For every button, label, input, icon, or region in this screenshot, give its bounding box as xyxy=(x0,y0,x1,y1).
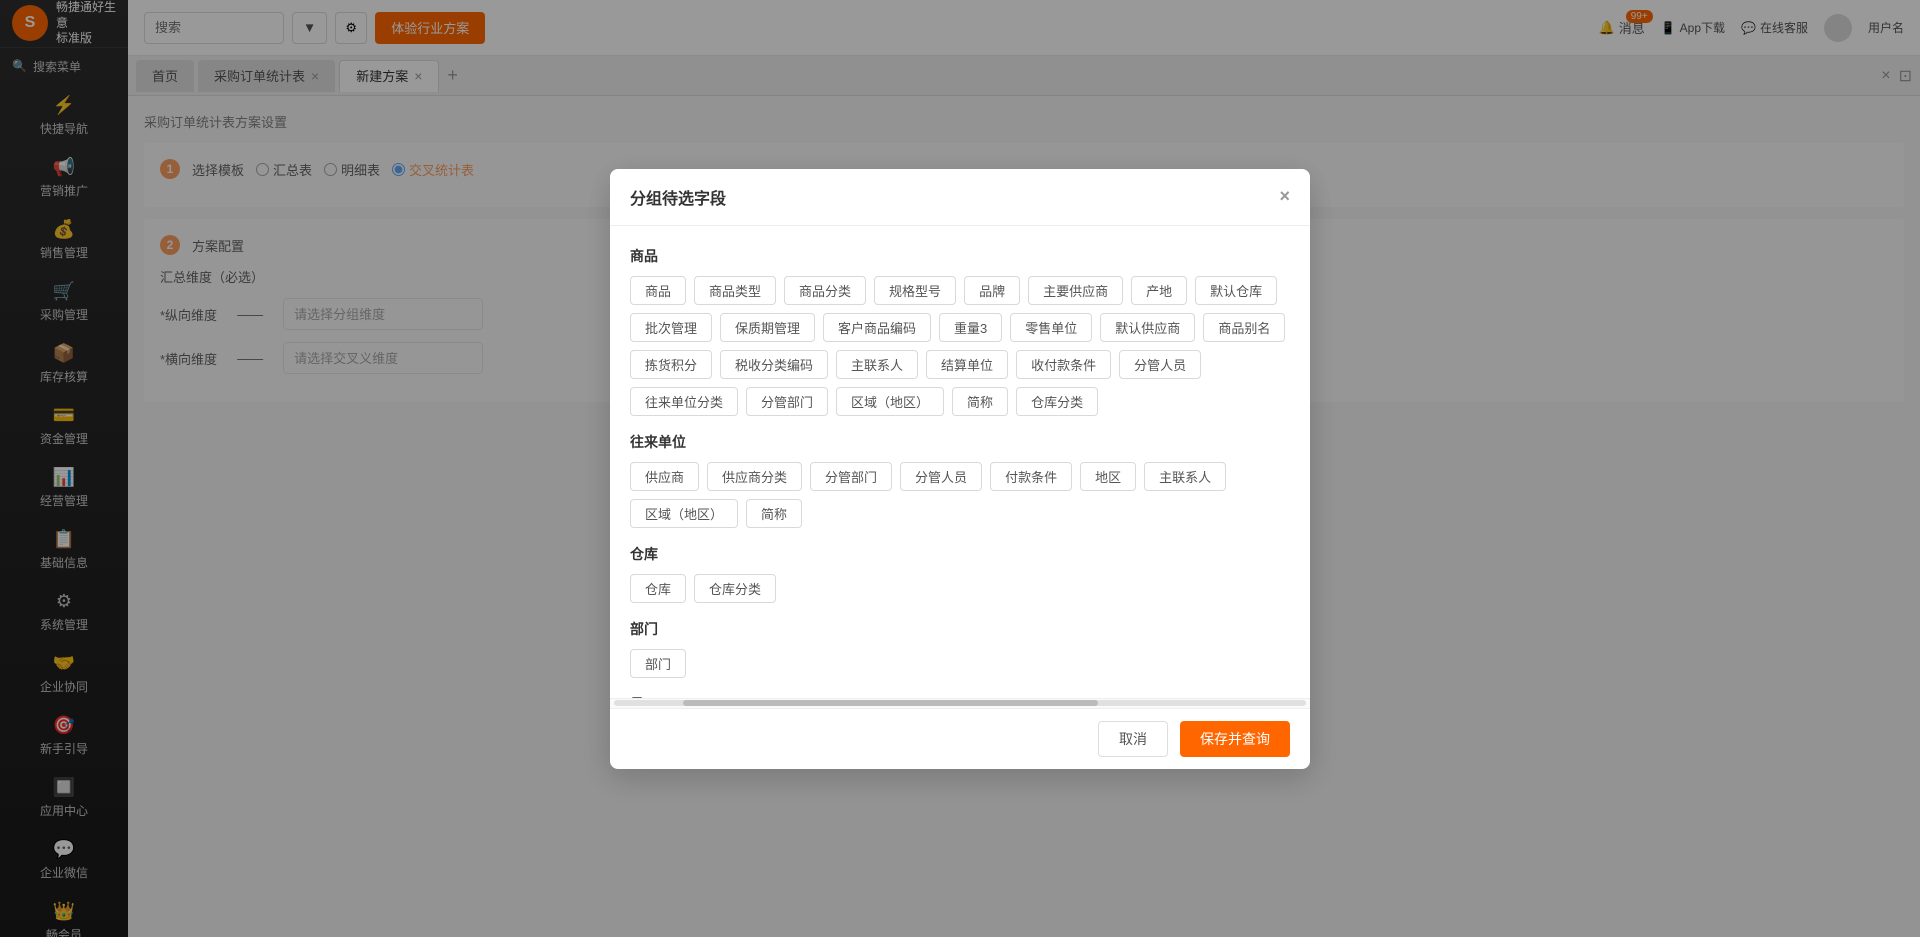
field-tag-主联系人[interactable]: 主联系人 xyxy=(1144,462,1226,491)
field-tag-商品分类[interactable]: 商品分类 xyxy=(784,276,866,305)
field-tag-产地[interactable]: 产地 xyxy=(1131,276,1187,305)
field-tag-商品[interactable]: 商品 xyxy=(630,276,686,305)
field-tag-区域（地区）[interactable]: 区域（地区） xyxy=(630,499,738,528)
field-tag-规格型号[interactable]: 规格型号 xyxy=(874,276,956,305)
field-tag-收付款条件[interactable]: 收付款条件 xyxy=(1016,350,1111,379)
field-tag-结算单位[interactable]: 结算单位 xyxy=(926,350,1008,379)
field-tag-分管部门[interactable]: 分管部门 xyxy=(810,462,892,491)
field-tag-拣货积分[interactable]: 拣货积分 xyxy=(630,350,712,379)
field-tag-仓库分类[interactable]: 仓库分类 xyxy=(1016,387,1098,416)
field-tag-付款条件[interactable]: 付款条件 xyxy=(990,462,1072,491)
field-tag-地区[interactable]: 地区 xyxy=(1080,462,1136,491)
field-grid-goods: 商品商品类型商品分类规格型号品牌主要供应商产地默认仓库批次管理保质期管理客户商品… xyxy=(630,276,1290,416)
field-tag-商品别名[interactable]: 商品别名 xyxy=(1203,313,1285,342)
dialog-hscrollbar[interactable] xyxy=(610,698,1310,707)
field-tag-部门[interactable]: 部门 xyxy=(630,649,686,678)
field-tag-仓库[interactable]: 仓库 xyxy=(630,574,686,603)
field-tag-税收分类编码[interactable]: 税收分类编码 xyxy=(720,350,828,379)
field-tag-分管人员[interactable]: 分管人员 xyxy=(1119,350,1201,379)
field-tag-仓库分类[interactable]: 仓库分类 xyxy=(694,574,776,603)
field-tag-客户商品编码[interactable]: 客户商品编码 xyxy=(823,313,931,342)
field-tag-区域（地区）[interactable]: 区域（地区） xyxy=(836,387,944,416)
dialog-header: 分组待选字段 × xyxy=(610,169,1310,226)
field-tag-批次管理[interactable]: 批次管理 xyxy=(630,313,712,342)
dialog-cancel-button[interactable]: 取消 xyxy=(1098,721,1168,757)
field-tag-零售单位[interactable]: 零售单位 xyxy=(1010,313,1092,342)
field-grid-department: 部门 xyxy=(630,649,1290,678)
dialog-footer: 取消 保存并查询 xyxy=(610,708,1310,769)
dialog-close-button[interactable]: × xyxy=(1279,186,1290,207)
field-tag-分管部门[interactable]: 分管部门 xyxy=(746,387,828,416)
dialog-title: 分组待选字段 xyxy=(630,185,726,209)
section-title-department: 部门 xyxy=(630,619,1290,639)
field-grid-partner: 供应商供应商分类分管部门分管人员付款条件地区主联系人区域（地区） 简称 xyxy=(630,462,1290,528)
field-tag-商品类型[interactable]: 商品类型 xyxy=(694,276,776,305)
field-tag-品牌[interactable]: 品牌 xyxy=(964,276,1020,305)
field-tag-保质期管理[interactable]: 保质期管理 xyxy=(720,313,815,342)
dialog-save-button[interactable]: 保存并查询 xyxy=(1180,721,1290,757)
section-title-partner: 往来单位 xyxy=(630,432,1290,452)
main-area: ▼ ⚙ 体验行业方案 🔔 消息 99+ 📱 App下载 💬 在线客服 用户名 xyxy=(128,0,1920,937)
section-title-warehouse: 仓库 xyxy=(630,544,1290,564)
field-select-dialog: 分组待选字段 × 商品商品商品类型商品分类规格型号品牌主要供应商产地默认仓库批次… xyxy=(610,169,1310,769)
field-tag-简称[interactable]: 简称 xyxy=(746,499,802,528)
section-title-goods: 商品 xyxy=(630,246,1290,266)
dialog-backdrop: 分组待选字段 × 商品商品商品类型商品分类规格型号品牌主要供应商产地默认仓库批次… xyxy=(128,96,1920,937)
field-tag-主要供应商[interactable]: 主要供应商 xyxy=(1028,276,1123,305)
field-grid-warehouse: 仓库仓库分类 xyxy=(630,574,1290,603)
field-tag-供应商[interactable]: 供应商 xyxy=(630,462,699,491)
field-tag-分管人员[interactable]: 分管人员 xyxy=(900,462,982,491)
field-tag-默认仓库[interactable]: 默认仓库 xyxy=(1195,276,1277,305)
field-tag-供应商分类[interactable]: 供应商分类 xyxy=(707,462,802,491)
page-content: 采购订单统计表方案设置 1 选择模板 汇总表 明细表 交叉统计表 xyxy=(128,96,1920,937)
field-tag-简称[interactable]: 简称 xyxy=(952,387,1008,416)
field-tag-重量3[interactable]: 重量3 xyxy=(939,313,1002,342)
field-tag-往来单位分类[interactable]: 往来单位分类 xyxy=(630,387,738,416)
field-tag-主联系人[interactable]: 主联系人 xyxy=(836,350,918,379)
dialog-body: 商品商品商品类型商品分类规格型号品牌主要供应商产地默认仓库批次管理保质期管理客户… xyxy=(610,226,1310,699)
field-tag-默认供应商[interactable]: 默认供应商 xyxy=(1100,313,1195,342)
